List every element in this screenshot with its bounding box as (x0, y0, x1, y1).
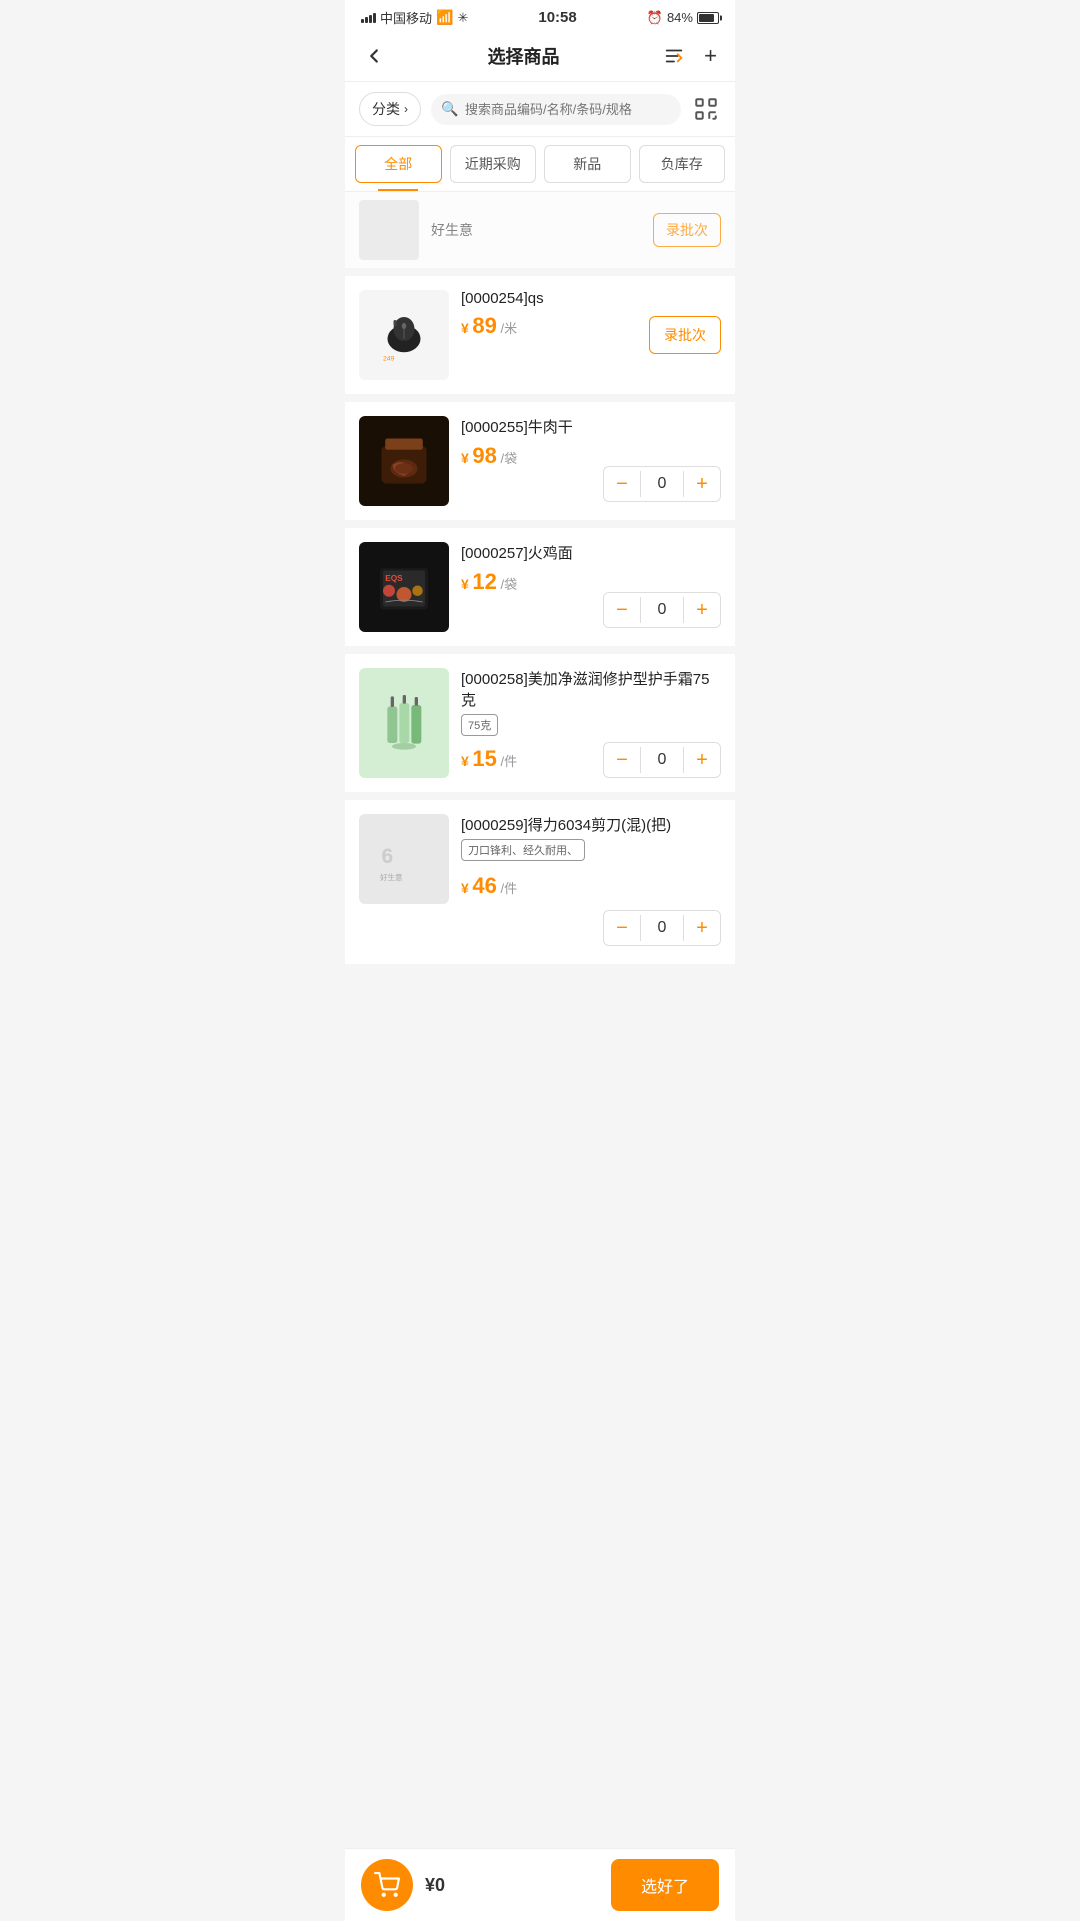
header: 选择商品 + (345, 31, 735, 82)
status-bar: 中国移动 📶 ✳ 10:58 ⏰ 84% (345, 0, 735, 31)
partial-product-label: 好生意 (431, 220, 473, 240)
network-icon: ✳ (457, 10, 468, 26)
qty-value-p3: 0 (640, 597, 684, 623)
product-info-p2: [0000255]牛肉干 ¥ 98 /袋 (461, 416, 721, 469)
product-name-p3: [0000257]火鸡面 (461, 542, 721, 563)
product-info-p5: [0000259]得力6034剪刀(混)(把) 刀口锋利、经久耐用、 ¥ 46 … (461, 814, 721, 899)
qty-increase-p2[interactable]: + (684, 467, 720, 501)
search-input[interactable] (431, 94, 681, 125)
product-name-p5: [0000259]得力6034剪刀(混)(把) (461, 814, 721, 835)
product-price-p5: ¥ 46 /件 (461, 873, 721, 899)
qty-decrease-p5[interactable]: − (604, 911, 640, 945)
qty-control-p3: − 0 + (603, 592, 721, 628)
search-area: 分类 › 🔍 (345, 82, 735, 137)
partial-product-image (359, 200, 419, 260)
product-item-p3: EQS [0000257]火鸡面 ¥ 12 /袋 − 0 + (345, 528, 735, 646)
product-name-p1: [0000254]qs (461, 290, 721, 307)
back-button[interactable] (361, 43, 387, 69)
tab-all[interactable]: 全部 (355, 145, 442, 183)
qty-control-p4: − 0 + (603, 742, 721, 778)
alarm-icon: ⏰ (647, 10, 663, 26)
product-tag-p4: 75克 (461, 714, 498, 736)
scan-button[interactable] (691, 94, 721, 124)
qty-control-p2: − 0 + (603, 466, 721, 502)
confirm-button[interactable]: 选好了 (611, 1859, 719, 1911)
category-button[interactable]: 分类 › (359, 92, 421, 126)
svg-text:249: 249 (383, 356, 395, 363)
chevron-right-icon: › (404, 102, 408, 116)
qty-decrease-p2[interactable]: − (604, 467, 640, 501)
product-name-p4: [0000258]美加净滋润修护型护手霜75克 (461, 668, 721, 710)
qty-decrease-p4[interactable]: − (604, 743, 640, 777)
qty-value-p2: 0 (640, 471, 684, 497)
record-batch-button-p1[interactable]: 录批次 (649, 316, 721, 354)
product-item-p2: [0000255]牛肉干 ¥ 98 /袋 − 0 + (345, 402, 735, 520)
tab-new[interactable]: 新品 (544, 145, 631, 183)
product-image-p3: EQS (359, 542, 449, 632)
product-image-p1: 249 (359, 290, 449, 380)
qty-increase-p3[interactable]: + (684, 593, 720, 627)
time-display: 10:58 (538, 9, 576, 26)
product-image-p4 (359, 668, 449, 778)
tab-negative[interactable]: 负库存 (639, 145, 726, 183)
product-item-p4: [0000258]美加净滋润修护型护手霜75克 75克 ¥ 15 /件 − 0 … (345, 654, 735, 792)
search-icon: 🔍 (441, 101, 458, 118)
bottom-spacer (345, 972, 735, 1052)
page-title: 选择商品 (488, 43, 560, 69)
category-label: 分类 (372, 99, 400, 119)
bottom-bar: ¥0 选好了 (345, 1848, 735, 1921)
cart-total: ¥0 (425, 1875, 445, 1896)
product-list: 249 [0000254]qs ¥ 89 /米 录批次 [0000255]牛肉干 (345, 276, 735, 964)
filter-button[interactable] (660, 43, 688, 69)
product-info-p3: [0000257]火鸡面 ¥ 12 /袋 (461, 542, 721, 595)
qty-decrease-p3[interactable]: − (604, 593, 640, 627)
header-actions: + (660, 41, 719, 71)
status-right: ⏰ 84% (647, 10, 719, 26)
add-button[interactable]: + (702, 41, 719, 71)
product-name-p2: [0000255]牛肉干 (461, 416, 721, 437)
partial-record-button[interactable]: 录批次 (653, 213, 721, 247)
cart-button[interactable] (361, 1859, 413, 1911)
qty-value-p5: 0 (640, 915, 684, 941)
product-item-p5: 6 好生意 [0000259]得力6034剪刀(混)(把) 刀口锋利、经久耐用、… (345, 800, 735, 964)
product-tag-p5: 刀口锋利、经久耐用、 (461, 839, 585, 861)
qty-increase-p5[interactable]: + (684, 911, 720, 945)
tab-bar: 全部 近期采购 新品 负库存 (345, 137, 735, 192)
signal-icon (361, 13, 376, 23)
svg-text:6: 6 (382, 845, 394, 868)
svg-text:好生意: 好生意 (380, 872, 403, 882)
svg-text:EQS: EQS (385, 574, 403, 583)
product-image-p5: 6 好生意 (359, 814, 449, 904)
product-image-p2 (359, 416, 449, 506)
status-left: 中国移动 📶 ✳ (361, 8, 468, 27)
product-item: 249 [0000254]qs ¥ 89 /米 录批次 (345, 276, 735, 394)
qty-increase-p4[interactable]: + (684, 743, 720, 777)
battery-icon (697, 12, 719, 24)
search-wrapper: 🔍 (431, 94, 681, 125)
partial-product-item: 好生意 录批次 (345, 192, 735, 268)
tab-recent[interactable]: 近期采购 (450, 145, 537, 183)
battery-percent: 84% (667, 10, 693, 25)
qty-control-p5: − 0 + (603, 910, 721, 946)
carrier-label: 中国移动 (380, 8, 432, 27)
qty-value-p4: 0 (640, 747, 684, 773)
wifi-icon: 📶 (436, 9, 453, 26)
